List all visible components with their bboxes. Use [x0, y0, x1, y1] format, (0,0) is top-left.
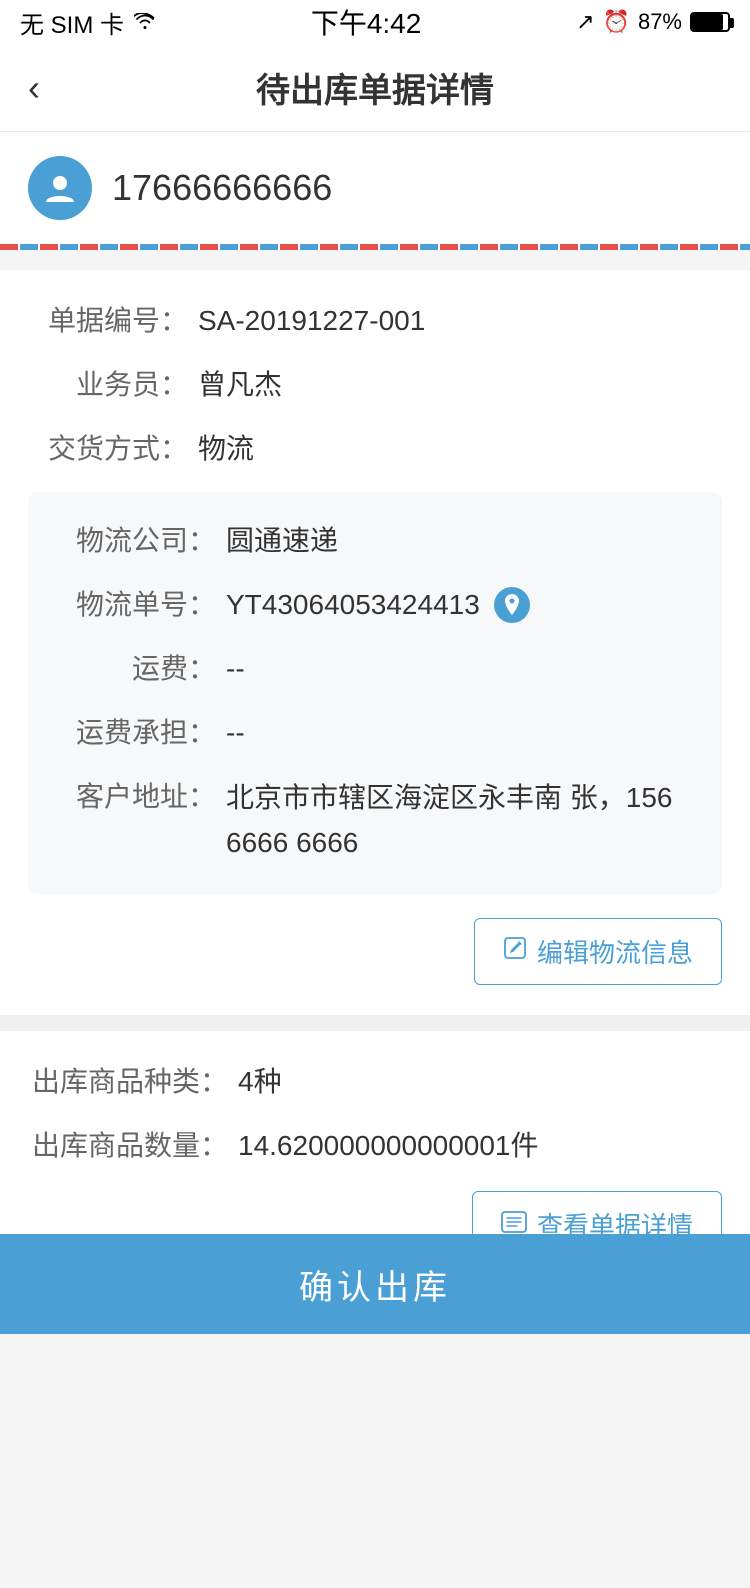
customer-phone: 17666666666 [112, 167, 332, 209]
document-label: 单据编号： [28, 300, 188, 342]
freight-label: 运费： [56, 648, 216, 690]
confirm-label: 确认出库 [299, 1260, 451, 1309]
wifi-icon [134, 8, 156, 36]
edit-logistics-button[interactable]: 编辑物流信息 [474, 918, 722, 985]
dashed-divider [0, 244, 750, 250]
freight-value: -- [226, 648, 694, 690]
product-quantity-row: 出库商品数量： 14.620000000000001件 [28, 1125, 722, 1167]
alarm-icon: ⏰ [603, 9, 630, 35]
section-divider [0, 1015, 750, 1031]
location-icon: ↗ [576, 9, 594, 35]
product-types-value: 4种 [238, 1061, 722, 1103]
product-quantity-label: 出库商品数量： [28, 1125, 228, 1167]
nav-bar: ‹ 待出库单据详情 [0, 44, 750, 132]
product-types-label: 出库商品种类： [28, 1061, 228, 1103]
edit-btn-row: 编辑物流信息 [28, 918, 722, 985]
customer-header: 17666666666 [0, 132, 750, 244]
confirm-button[interactable]: 确认出库 [0, 1234, 750, 1334]
freight-bear-value: -- [226, 712, 694, 754]
edit-icon [503, 936, 527, 967]
salesperson-value: 曾凡杰 [198, 364, 722, 406]
freight-row: 运费： -- [56, 648, 694, 690]
back-button[interactable]: ‹ [28, 67, 40, 109]
location-icon[interactable] [494, 587, 530, 623]
delivery-value: 物流 [198, 428, 722, 470]
status-right: ↗ ⏰ 87% [576, 9, 730, 35]
logistics-company-label: 物流公司： [56, 520, 216, 562]
avatar [28, 156, 92, 220]
address-row: 客户地址： 北京市市辖区海淀区永丰南 张，156 6666 6666 [56, 776, 694, 866]
logistics-box: 物流公司： 圆通速递 物流单号： YT43064053424413 运费： -- [28, 492, 722, 894]
address-label: 客户地址： [56, 776, 216, 818]
salesperson-row: 业务员： 曾凡杰 [28, 364, 722, 406]
edit-logistics-label: 编辑物流信息 [537, 933, 693, 970]
logistics-company-row: 物流公司： 圆通速递 [56, 520, 694, 562]
freight-bear-label: 运费承担： [56, 712, 216, 754]
battery-icon [690, 12, 730, 32]
salesperson-label: 业务员： [28, 364, 188, 406]
product-types-row: 出库商品种类： 4种 [28, 1061, 722, 1103]
delivery-row: 交货方式： 物流 [28, 428, 722, 470]
freight-bear-row: 运费承担： -- [56, 712, 694, 754]
page-title: 待出库单据详情 [256, 63, 494, 112]
status-left: 无 SIM 卡 [20, 5, 156, 40]
tracking-row: 物流单号： YT43064053424413 [56, 584, 694, 626]
status-bar: 无 SIM 卡 下午4:42 ↗ ⏰ 87% [0, 0, 750, 44]
product-quantity-value: 14.620000000000001件 [238, 1125, 722, 1167]
document-row: 单据编号： SA-20191227-001 [28, 300, 722, 342]
tracking-label: 物流单号： [56, 584, 216, 626]
address-value: 北京市市辖区海淀区永丰南 张，156 6666 6666 [226, 776, 694, 866]
battery-percentage: 87% [638, 9, 682, 35]
carrier-label: 无 SIM 卡 [20, 5, 124, 40]
document-value: SA-20191227-001 [198, 300, 722, 342]
delivery-label: 交货方式： [28, 428, 188, 470]
basic-info-section: 单据编号： SA-20191227-001 业务员： 曾凡杰 交货方式： 物流 … [0, 270, 750, 1015]
tracking-value: YT43064053424413 [226, 584, 694, 626]
logistics-company-value: 圆通速递 [226, 520, 694, 562]
time-label: 下午4:42 [311, 2, 422, 42]
